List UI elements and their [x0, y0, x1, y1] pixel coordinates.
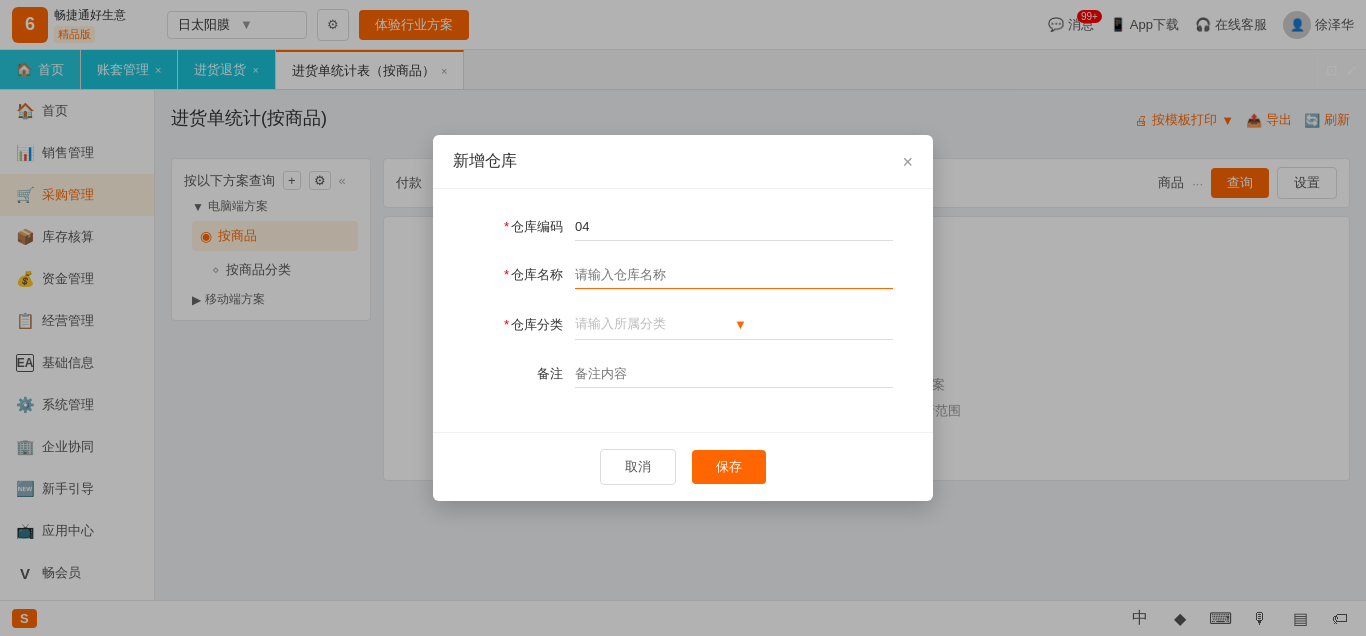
warehouse-code-label: 仓库编码	[473, 218, 563, 236]
modal-close-button[interactable]: ×	[902, 153, 913, 171]
form-row-warehouse-name: 仓库名称	[473, 261, 893, 289]
warehouse-category-label: 仓库分类	[473, 316, 563, 334]
warehouse-category-placeholder: 请输入所属分类	[575, 315, 734, 333]
warehouse-code-input[interactable]	[575, 213, 893, 241]
form-row-note: 备注	[473, 360, 893, 388]
modal-footer: 取消 保存	[433, 432, 933, 501]
save-button[interactable]: 保存	[692, 450, 766, 484]
warehouse-name-input[interactable]	[575, 261, 893, 289]
warehouse-category-select[interactable]: 请输入所属分类 ▼	[575, 309, 893, 340]
note-label: 备注	[473, 365, 563, 383]
modal-title: 新增仓库	[453, 151, 517, 172]
form-row-warehouse-category: 仓库分类 请输入所属分类 ▼	[473, 309, 893, 340]
modal-body: 仓库编码 仓库名称 仓库分类 请输入所属分类 ▼ 备注	[433, 189, 933, 432]
new-warehouse-modal: 新增仓库 × 仓库编码 仓库名称 仓库分类 请输入所属分类 ▼	[433, 135, 933, 501]
form-row-warehouse-code: 仓库编码	[473, 213, 893, 241]
cancel-button[interactable]: 取消	[600, 449, 676, 485]
category-dropdown-arrow: ▼	[734, 317, 893, 332]
modal-header: 新增仓库 ×	[433, 135, 933, 189]
warehouse-name-label: 仓库名称	[473, 266, 563, 284]
modal-overlay: 新增仓库 × 仓库编码 仓库名称 仓库分类 请输入所属分类 ▼	[0, 0, 1366, 636]
note-input[interactable]	[575, 360, 893, 388]
